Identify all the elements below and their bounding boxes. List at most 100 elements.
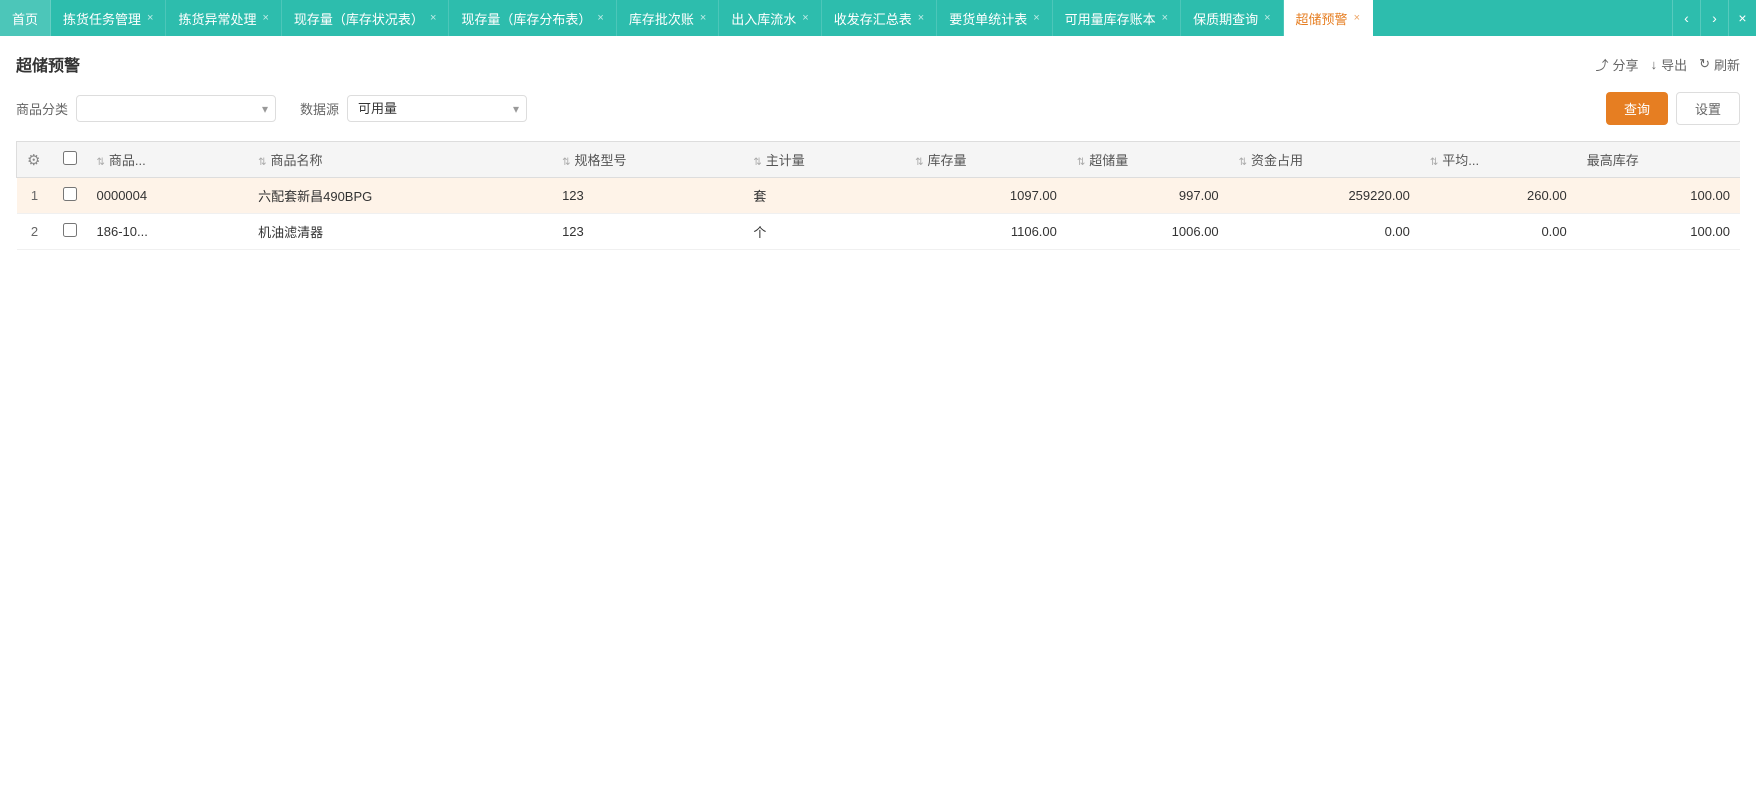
col-label-unit: 主计量 xyxy=(766,153,805,168)
column-capital[interactable]: ⇅ 资金占用 xyxy=(1229,142,1420,178)
header-actions: ⤴ 分享 ↓ 导出 ↻ 刷新 xyxy=(1596,55,1740,74)
col-label-goods-name: 商品名称 xyxy=(271,153,323,168)
nav-item-order-stats[interactable]: 要货单统计表× xyxy=(937,0,1052,36)
select-all-checkbox[interactable] xyxy=(63,151,77,165)
nav-item-stock-dist[interactable]: 现存量（库存分布表）× xyxy=(449,0,616,36)
row-checkbox xyxy=(53,214,87,250)
column-spec[interactable]: ⇅ 规格型号 xyxy=(552,142,743,178)
nav-close-stock-batch[interactable]: × xyxy=(700,12,706,24)
nav-item-recv-send[interactable]: 收发存汇总表× xyxy=(822,0,937,36)
settings-button[interactable]: 设置 xyxy=(1676,92,1740,125)
sort-icon-overstock: ⇅ xyxy=(1077,157,1085,168)
row-number: 1 xyxy=(17,178,53,214)
datasource-select-wrapper: 可用量 库存量 xyxy=(347,95,527,122)
category-select[interactable] xyxy=(76,95,276,122)
nav-close-recv-send[interactable]: × xyxy=(918,12,924,24)
datasource-select[interactable]: 可用量 库存量 xyxy=(347,95,527,122)
cell-goods-name: 机油滤清器 xyxy=(248,214,552,250)
category-select-wrapper xyxy=(76,95,276,122)
data-table: ⚙ ⇅商品... ⇅商品名称 ⇅规格型号 ⇅主计量 ⇅库存量 xyxy=(16,141,1740,250)
nav-item-expiry[interactable]: 保质期查询× xyxy=(1181,0,1283,36)
page-header: 超储预警 ⤴ 分享 ↓ 导出 ↻ 刷新 xyxy=(16,52,1740,76)
cell-stock: 1097.00 xyxy=(905,178,1067,214)
column-goods-name[interactable]: ⇅ 商品名称 xyxy=(248,142,552,178)
nav-item-in-out-flow[interactable]: 出入库流水× xyxy=(719,0,821,36)
cell-goods-name: 六配套新昌490BPG xyxy=(248,178,552,214)
row-select-checkbox-1[interactable] xyxy=(63,223,77,237)
col-label-goods-code: 商品... xyxy=(109,153,146,168)
datasource-label: 数据源 xyxy=(300,99,339,118)
col-label-overstock: 超储量 xyxy=(1089,153,1128,168)
nav-close-button[interactable]: × xyxy=(1728,0,1756,36)
sort-icon-spec: ⇅ xyxy=(562,157,570,168)
gear-icon: ⚙ xyxy=(27,152,40,169)
cell-spec: 123 xyxy=(552,214,743,250)
cell-unit: 套 xyxy=(743,178,905,214)
nav-item-exception-proc[interactable]: 拣货异常处理× xyxy=(166,0,281,36)
cell-goods-code: 0000004 xyxy=(87,178,249,214)
datasource-filter-group: 数据源 可用量 库存量 xyxy=(300,95,527,122)
nav-item-avail-stock[interactable]: 可用量库存账本× xyxy=(1053,0,1181,36)
sort-icon-capital: ⇅ xyxy=(1239,157,1247,168)
column-avg[interactable]: ⇅ 平均... xyxy=(1420,142,1577,178)
filter-row: 商品分类 数据源 可用量 库存量 查询 设置 xyxy=(16,92,1740,125)
column-select-all[interactable] xyxy=(53,142,87,178)
category-label: 商品分类 xyxy=(16,99,68,118)
table-row: 2186-10...机油滤清器123个1106.001006.000.000.0… xyxy=(17,214,1741,250)
col-label-capital: 资金占用 xyxy=(1251,153,1303,168)
cell-overstock: 997.00 xyxy=(1067,178,1229,214)
cell-unit: 个 xyxy=(743,214,905,250)
column-unit[interactable]: ⇅ 主计量 xyxy=(743,142,905,178)
col-label-max-stock: 最高库存 xyxy=(1587,153,1639,168)
nav-close-exception-proc[interactable]: × xyxy=(262,12,268,24)
nav-item-stock-batch[interactable]: 库存批次账× xyxy=(617,0,719,36)
column-goods-code[interactable]: ⇅商品... xyxy=(87,142,249,178)
nav-prev-button[interactable]: ‹ xyxy=(1672,0,1700,36)
nav-next-button[interactable]: › xyxy=(1700,0,1728,36)
nav-close-task-mgmt[interactable]: × xyxy=(147,12,153,24)
sort-icon-name: ⇅ xyxy=(258,157,266,168)
cell-goods-code: 186-10... xyxy=(87,214,249,250)
export-button[interactable]: ↓ 导出 xyxy=(1651,55,1688,74)
refresh-button[interactable]: ↻ 刷新 xyxy=(1699,55,1740,74)
sort-icon-avg: ⇅ xyxy=(1430,157,1438,168)
nav-item-task-mgmt[interactable]: 拣货任务管理× xyxy=(51,0,166,36)
column-stock[interactable]: ⇅库存量 xyxy=(905,142,1067,178)
column-settings[interactable]: ⚙ xyxy=(17,142,53,178)
nav-close-stock-dist[interactable]: × xyxy=(597,12,603,24)
column-overstock[interactable]: ⇅ 超储量 xyxy=(1067,142,1229,178)
nav-item-home[interactable]: 首页 xyxy=(0,0,51,36)
nav-close-in-out-flow[interactable]: × xyxy=(802,12,808,24)
row-checkbox xyxy=(53,178,87,214)
cell-capital: 259220.00 xyxy=(1229,178,1420,214)
category-filter-group: 商品分类 xyxy=(16,95,276,122)
filter-actions: 查询 设置 xyxy=(1606,92,1740,125)
table-row: 1 0000004六配套新昌490BPG123套1097.00997.002592… xyxy=(17,178,1741,214)
query-button[interactable]: 查询 xyxy=(1606,92,1668,125)
share-icon: ⤴ xyxy=(1596,55,1609,74)
cell-avg: 0.00 xyxy=(1420,214,1577,250)
col-label-avg: 平均... xyxy=(1442,153,1479,168)
nav-item-overstock[interactable]: 超储预警× xyxy=(1284,0,1373,36)
row-number: 2 xyxy=(17,214,53,250)
nav-close-expiry[interactable]: × xyxy=(1264,12,1270,24)
refresh-icon: ↻ xyxy=(1699,56,1710,72)
sort-icon-unit: ⇅ xyxy=(753,157,761,168)
nav-close-stock-status[interactable]: × xyxy=(430,12,436,24)
nav-close-order-stats[interactable]: × xyxy=(1033,12,1039,24)
cell-max-stock: 100.00 xyxy=(1577,214,1740,250)
row-select-checkbox-0[interactable] xyxy=(63,187,77,201)
cell-spec: 123 xyxy=(552,178,743,214)
col-label-spec: 规格型号 xyxy=(574,153,626,168)
cell-max-stock: 100.00 xyxy=(1577,178,1740,214)
page-title: 超储预警 xyxy=(16,52,80,76)
col-label-stock: 库存量 xyxy=(927,153,966,168)
nav-close-overstock[interactable]: × xyxy=(1354,12,1360,24)
nav-item-stock-status[interactable]: 现存量（库存状况表）× xyxy=(282,0,449,36)
cell-stock: 1106.00 xyxy=(905,214,1067,250)
share-button[interactable]: ⤴ 分享 xyxy=(1596,55,1639,74)
table-header-row: ⚙ ⇅商品... ⇅商品名称 ⇅规格型号 ⇅主计量 ⇅库存量 xyxy=(17,142,1741,178)
cell-avg: 260.00 xyxy=(1420,178,1577,214)
top-navigation: 首页拣货任务管理×拣货异常处理×现存量（库存状况表）×现存量（库存分布表）×库存… xyxy=(0,0,1756,36)
nav-close-avail-stock[interactable]: × xyxy=(1162,12,1168,24)
